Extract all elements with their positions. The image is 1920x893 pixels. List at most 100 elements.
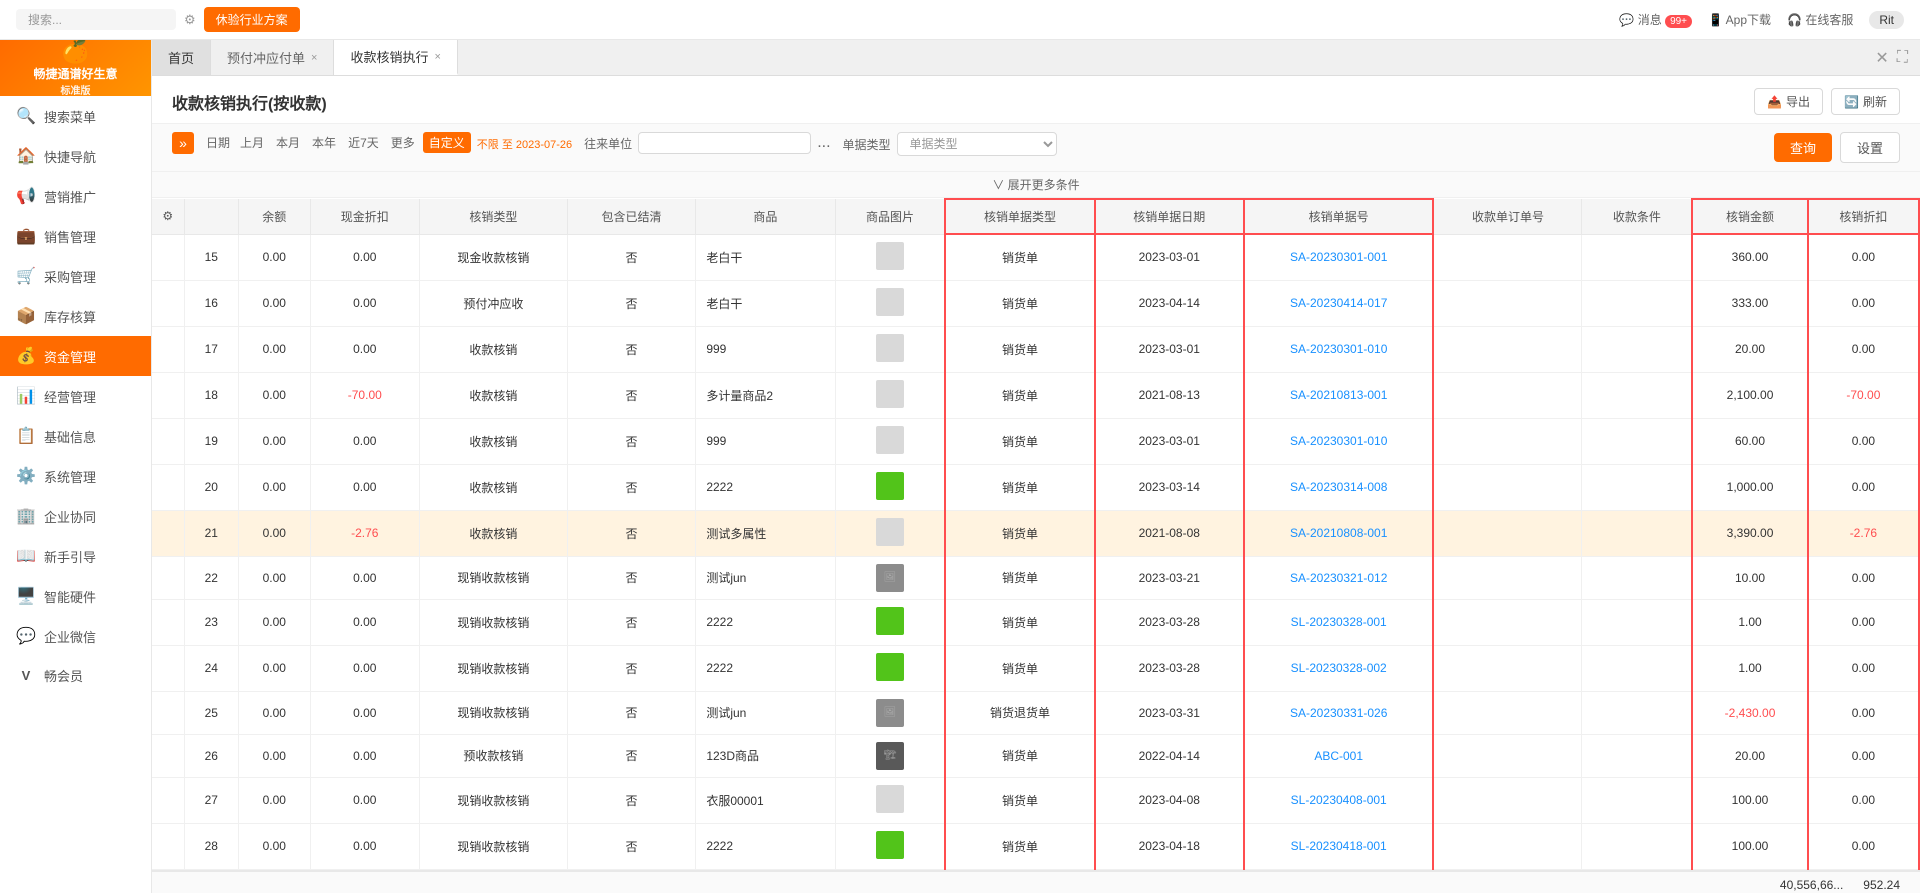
sidebar-item-wechat[interactable]: 💬 企业微信 [0,616,151,656]
tab-prepay-close[interactable]: × [311,52,317,64]
cell-verifydocno[interactable]: SA-20230314-008 [1244,464,1434,510]
sidebar-item-search[interactable]: 🔍 搜索菜单 [0,96,151,136]
cell-settings [152,556,184,599]
date-this-month[interactable]: 本月 [272,132,304,153]
expand-more-bar[interactable]: ∨ 展开更多条件 [152,172,1920,198]
cell-goodsimg: 🖼 [835,556,945,599]
sidebar-item-basic[interactable]: 📋 基础信息 [0,416,151,456]
cell-verifydocno[interactable]: SL-20230328-001 [1244,599,1434,645]
date-more[interactable]: 更多 [387,132,419,153]
message-icon: 💬 [1619,13,1634,27]
col-verifydoctype: 核销单据类型 [945,199,1094,234]
sidebar-label-inventory: 库存核算 [44,307,96,326]
sidebar-item-hardware[interactable]: 🖥️ 智能硬件 [0,576,151,616]
solution-button[interactable]: 休验行业方案 [204,7,300,32]
sidebar-item-corp[interactable]: 🏢 企业协同 [0,496,151,536]
cell-cashdiscount: 0.00 [310,691,420,734]
search-icon: 🔍 [16,106,36,126]
cell-verifydocno[interactable]: SL-20230408-001 [1244,777,1434,823]
setting-button[interactable]: 设置 [1840,132,1900,163]
sidebar-item-guide[interactable]: 📖 新手引导 [0,536,151,576]
cell-rownum: 24 [184,645,239,691]
sidebar-item-member[interactable]: V 畅会员 [0,656,151,695]
sidebar-item-finance[interactable]: 💰 资金管理 [0,336,151,376]
tab-verify[interactable]: 收款核销执行 × [334,40,457,75]
cell-verifydiscount: 0.00 [1808,645,1919,691]
member-icon: V [16,668,36,683]
cell-verifyamt: -2,430.00 [1692,691,1807,734]
date-last-month[interactable]: 上月 [236,132,268,153]
col-settings[interactable]: ⚙ [152,199,184,234]
sidebar-label-guide: 新手引导 [44,547,96,566]
cell-verifydocno[interactable]: ABC-001 [1244,734,1434,777]
cell-verifyamt: 100.00 [1692,777,1807,823]
cell-verifydocno[interactable]: SA-20230414-017 [1244,280,1434,326]
cell-verifydocno[interactable]: SL-20230328-002 [1244,645,1434,691]
cell-cashdiscount: -70.00 [310,372,420,418]
date-7days[interactable]: 近7天 [344,132,383,153]
sidebar-item-sales[interactable]: 💼 销售管理 [0,216,151,256]
partner-ellipsis[interactable]: ... [817,134,830,152]
cell-receiptcond [1582,556,1692,599]
cell-balance: 0.00 [239,823,310,869]
cell-verifyamt: 360.00 [1692,234,1807,280]
app-download-link[interactable]: 📱 App下载 [1708,11,1771,28]
page-header: 收款核销执行(按收款) 📤 导出 🔄 刷新 [152,76,1920,124]
filter-toggle-button[interactable]: » [172,132,194,154]
gear-icon[interactable]: ⚙ [184,12,196,28]
date-this-year[interactable]: 本年 [308,132,340,153]
cell-verifydocno[interactable]: SA-20210808-001 [1244,510,1434,556]
table-row: 28 0.00 0.00 现销收款核销 否 2222 销货单 2023-04-1… [152,823,1919,869]
service-link[interactable]: 🎧 在线客服 [1787,11,1853,28]
col-receiptorderno: 收款单订单号 [1433,199,1581,234]
tab-verify-close[interactable]: × [434,51,440,63]
sidebar-item-operations[interactable]: 📊 经营管理 [0,376,151,416]
cell-verifydocno[interactable]: SA-20230301-010 [1244,418,1434,464]
cell-verifytype: 现销收款核销 [420,556,568,599]
cell-receiptorderno [1433,734,1581,777]
search-box[interactable]: 搜索... [16,9,176,30]
cell-verifydocdate: 2021-08-08 [1095,510,1244,556]
doctype-select[interactable]: 单据类型 [897,132,1057,156]
cell-goods: 2222 [696,599,835,645]
refresh-button[interactable]: 🔄 刷新 [1831,88,1900,115]
cell-hasverified: 否 [567,691,696,734]
cell-verifydocno[interactable]: SA-20210813-001 [1244,372,1434,418]
export-button[interactable]: 📤 导出 [1754,88,1823,115]
cell-verifydocno[interactable]: SA-20230301-001 [1244,234,1434,280]
cell-verifytype: 收款核销 [420,372,568,418]
cell-hasverified: 否 [567,823,696,869]
cell-goodsimg: 🏗 [835,734,945,777]
fullscreen-icon[interactable]: ⛶ [1897,49,1908,67]
sidebar-item-system[interactable]: ⚙️ 系统管理 [0,456,151,496]
cell-verifydocdate: 2023-03-01 [1095,418,1244,464]
sidebar-item-marketing[interactable]: 📢 营销推广 [0,176,151,216]
cell-verifydocno[interactable]: SA-20230301-010 [1244,326,1434,372]
cell-cashdiscount: 0.00 [310,645,420,691]
partner-input[interactable] [638,132,811,154]
message-link[interactable]: 💬 消息 99+ [1619,11,1692,28]
cell-settings [152,418,184,464]
tab-home-label: 首页 [168,48,194,67]
cell-verifydocno[interactable]: SA-20230321-012 [1244,556,1434,599]
user-label[interactable]: Rit [1869,11,1904,29]
message-badge: 99+ [1665,15,1692,28]
table-header-row: ⚙ 余额 现金折扣 核销类型 包含已结清 商品 商品图片 核销单据类型 核销单据… [152,199,1919,234]
col-cashdiscount: 现金折扣 [310,199,420,234]
sidebar-item-purchase[interactable]: 🛒 采购管理 [0,256,151,296]
cell-verifydiscount: 0.00 [1808,326,1919,372]
tab-home[interactable]: 首页 [152,40,211,75]
cell-verifydocno[interactable]: SL-20230418-001 [1244,823,1434,869]
cell-balance: 0.00 [239,326,310,372]
query-button[interactable]: 查询 [1774,133,1832,162]
sidebar-item-inventory[interactable]: 📦 库存核算 [0,296,151,336]
cell-verifydocno[interactable]: SA-20230331-026 [1244,691,1434,734]
tab-prepay[interactable]: 预付冲应付单 × [211,40,334,75]
date-custom[interactable]: 自定义 [423,132,471,153]
cell-rownum: 23 [184,599,239,645]
sidebar-label-quick-nav: 快捷导航 [44,147,96,166]
close-window-icon[interactable]: ✕ [1875,48,1888,68]
guide-icon: 📖 [16,546,36,566]
table-row: 17 0.00 0.00 收款核销 否 999 销货单 2023-03-01 S… [152,326,1919,372]
sidebar-item-quick-nav[interactable]: 🏠 快捷导航 [0,136,151,176]
